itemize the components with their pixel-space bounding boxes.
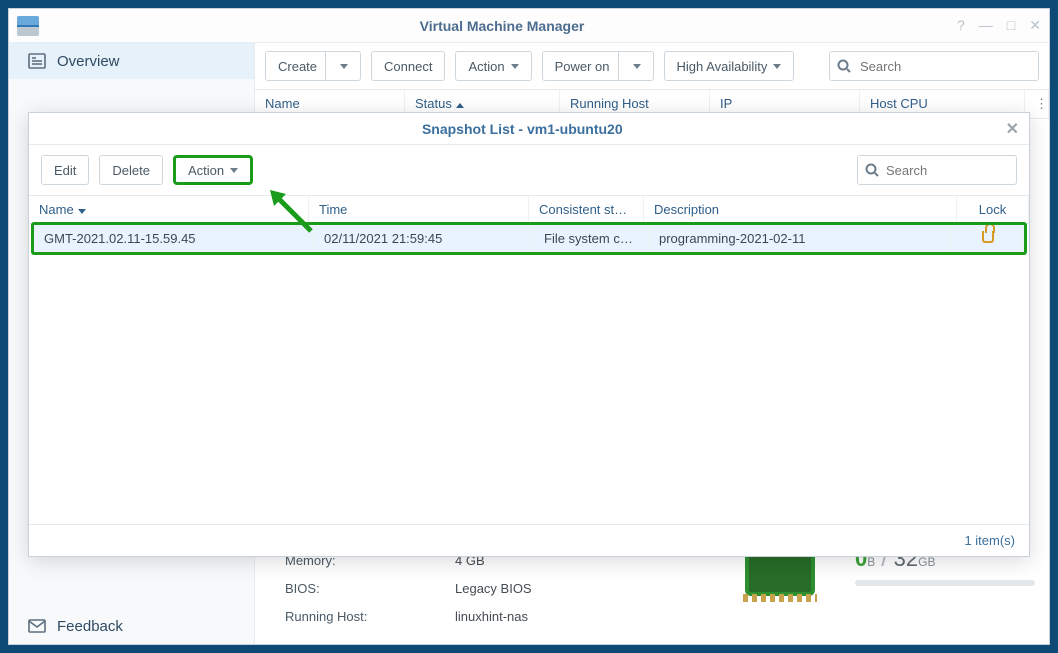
dialog-search-input[interactable] (857, 155, 1017, 185)
connect-button[interactable]: Connect (371, 51, 445, 81)
dialog-footer: 1 item(s) (29, 524, 1029, 556)
mem-bar (855, 580, 1035, 586)
dialog-title: Snapshot List - vm1-ubuntu20 (39, 121, 1006, 137)
col-snapshot-consistent[interactable]: Consistent st… (529, 196, 644, 223)
window-title: Virtual Machine Manager (47, 18, 957, 34)
dialog-close-icon[interactable]: ✕ (1006, 119, 1019, 139)
sidebar-item-overview[interactable]: Overview (9, 43, 254, 79)
power-on-button[interactable]: Power on (542, 51, 654, 81)
main-toolbar: Create Connect Action Power on High Avai… (255, 43, 1049, 90)
help-icon[interactable]: ? (957, 17, 965, 34)
cell-name: GMT-2021.02.11-15.59.45 (34, 225, 314, 252)
col-snapshot-lock[interactable]: Lock (957, 196, 1029, 223)
col-snapshot-time[interactable]: Time (309, 196, 529, 223)
detail-host-k: Running Host: (285, 609, 455, 624)
create-button[interactable]: Create (265, 51, 361, 81)
main-search-input[interactable] (829, 51, 1039, 81)
dialog-toolbar: Edit Delete Action (29, 145, 1029, 195)
col-snapshot-name[interactable]: Name (29, 196, 309, 223)
maximize-icon[interactable]: □ (1007, 17, 1015, 34)
snapshot-action-button[interactable]: Action (173, 155, 253, 185)
search-icon (865, 163, 879, 177)
edit-button[interactable]: Edit (41, 155, 89, 185)
minimize-icon[interactable]: — (979, 17, 993, 34)
snapshot-table-body: GMT-2021.02.11-15.59.45 02/11/2021 21:59… (29, 224, 1029, 524)
caret-down-icon (340, 64, 348, 69)
overview-icon (27, 51, 47, 71)
dialog-search[interactable] (857, 155, 1017, 185)
main-search[interactable] (829, 51, 1039, 81)
detail-bios-k: BIOS: (285, 581, 455, 596)
sort-desc-icon (78, 209, 86, 214)
app-icon (17, 16, 39, 36)
detail-host-v: linuxhint-nas (455, 609, 528, 624)
detail-bios-v: Legacy BIOS (455, 581, 532, 596)
caret-down-icon (230, 168, 238, 173)
caret-down-icon (773, 64, 781, 69)
high-availability-button[interactable]: High Availability (664, 51, 795, 81)
cell-lock (952, 225, 1024, 252)
sidebar-item-feedback[interactable]: Feedback (9, 608, 254, 644)
titlebar: Virtual Machine Manager ? — □ ✕ (9, 9, 1049, 43)
caret-down-icon (633, 64, 641, 69)
lock-icon (982, 231, 994, 243)
caret-down-icon (511, 64, 519, 69)
action-button[interactable]: Action (455, 51, 531, 81)
dialog-titlebar: Snapshot List - vm1-ubuntu20 ✕ (29, 113, 1029, 145)
cell-description: programming-2021-02-11 (649, 225, 952, 252)
cell-consistent: File system c… (534, 225, 649, 252)
table-row[interactable]: GMT-2021.02.11-15.59.45 02/11/2021 21:59… (34, 225, 1024, 252)
sidebar-feedback-label: Feedback (57, 618, 123, 635)
memory-widget: 0B / 32GB (855, 546, 1035, 630)
close-icon[interactable]: ✕ (1029, 17, 1041, 34)
delete-button[interactable]: Delete (99, 155, 163, 185)
snapshot-dialog: Snapshot List - vm1-ubuntu20 ✕ Edit Dele… (28, 112, 1030, 557)
sidebar-overview-label: Overview (57, 53, 120, 70)
cell-time: 02/11/2021 21:59:45 (314, 225, 534, 252)
search-icon (837, 59, 851, 73)
sort-asc-icon (456, 103, 464, 108)
col-snapshot-description[interactable]: Description (644, 196, 957, 223)
envelope-icon (27, 616, 47, 636)
snapshot-table-header: Name Time Consistent st… Description Loc… (29, 195, 1029, 224)
